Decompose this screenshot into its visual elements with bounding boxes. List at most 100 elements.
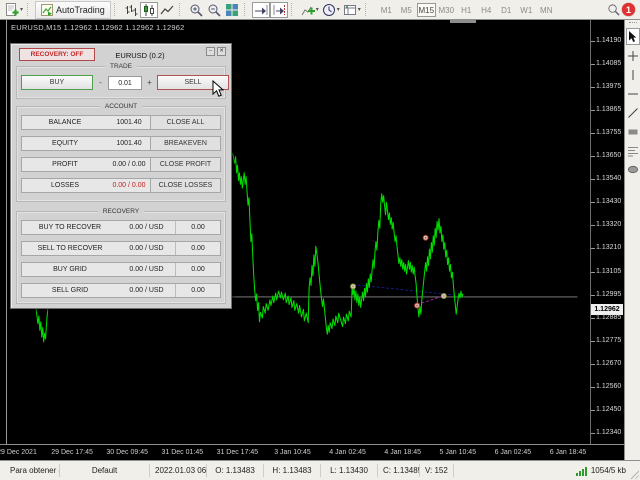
timeframe-m30[interactable]: M30: [437, 3, 456, 17]
bar-chart-button[interactable]: [122, 2, 140, 18]
equidistant-channel-tool[interactable]: [626, 123, 640, 140]
account-row-label: LOSSES: [50, 182, 79, 189]
ellipse-tool[interactable]: [626, 161, 640, 178]
tile-windows-button[interactable]: [223, 2, 241, 18]
account-section: ACCOUNT BALANCE 1001.40 CLOSE ALL EQUITY 100…: [16, 103, 226, 202]
recovery-row-value: 0.00 / USD: [129, 287, 164, 294]
account-row: BALANCE 1001.40 CLOSE ALL: [21, 115, 221, 130]
price-tick-label: 1.12885: [590, 313, 622, 321]
timeframe-h4[interactable]: H4: [477, 3, 496, 17]
price-tick-label: 1.13650: [590, 152, 622, 160]
autotrading-button[interactable]: AutoTrading: [35, 0, 111, 19]
chevron-down-icon[interactable]: ▾: [358, 6, 361, 13]
recovery-row-value: 0.00 / USD: [129, 224, 164, 231]
top-toolbar: ▾ AutoTrading ▾ ▾ ▾ M1 M5 M15 M30 H1 H4 …: [0, 0, 640, 20]
lot-size-field[interactable]: 0.01: [108, 75, 142, 90]
close-losses-button[interactable]: CLOSE LOSSES: [150, 179, 220, 192]
mt4-window: ▾ AutoTrading ▾ ▾ ▾ M1 M5 M15 M30 H1 H4 …: [0, 0, 640, 480]
timeframe-d1[interactable]: D1: [497, 3, 516, 17]
lot-increase-button[interactable]: +: [146, 78, 153, 87]
recovery-row: BUY TO RECOVER 0.00 / USD 0.00: [21, 220, 221, 235]
price-tick-label: 1.12670: [590, 359, 622, 367]
indicators-button[interactable]: [299, 2, 317, 18]
toolbar-separator: [27, 3, 32, 16]
sell-button[interactable]: SELL: [157, 75, 229, 90]
timeframe-w1[interactable]: W1: [517, 3, 536, 17]
price-tick-label: 1.14190: [590, 37, 622, 44]
timeframe-mn[interactable]: MN: [537, 3, 556, 17]
toolbar-separator: [113, 3, 119, 16]
chevron-down-icon[interactable]: ▾: [20, 6, 23, 13]
tile-windows-icon: [225, 3, 238, 16]
periods-button[interactable]: [320, 2, 338, 18]
price-tick-label: 1.13540: [590, 175, 622, 183]
zoom-out-button[interactable]: [205, 2, 223, 18]
time-tick-label: 29 Dec 2021: [0, 449, 37, 456]
recovery-row-label: BUY TO RECOVER: [38, 224, 102, 231]
templates-button[interactable]: [341, 2, 359, 18]
recovery-row-value2: 0.00: [175, 263, 220, 276]
status-segment-7: V: 152: [420, 464, 454, 477]
recovery-row: SELL GRID 0.00 / USD 0.00: [21, 283, 221, 298]
chevron-down-icon[interactable]: ▾: [316, 6, 319, 13]
account-row-label: BALANCE: [48, 119, 82, 126]
time-tick-label: 5 Jan 10:45: [439, 449, 477, 456]
candlestick-chart-button[interactable]: [139, 1, 158, 18]
timeframe-toolbar: M1 M5 M15 M30 H1 H4 D1 W1 MN: [377, 2, 556, 17]
timeframe-m15[interactable]: M15: [416, 2, 436, 17]
line-studies-toolbar: [624, 20, 640, 460]
panel-minimize-button[interactable]: –: [206, 47, 215, 56]
chart-shift-button[interactable]: [269, 1, 288, 18]
timeframe-h1[interactable]: H1: [457, 3, 476, 17]
close-all-button[interactable]: CLOSE ALL: [150, 116, 220, 129]
breakeven-button[interactable]: BREAKEVEN: [150, 137, 220, 150]
status-segment-6: C: 1.13485: [378, 464, 420, 477]
notification-badge[interactable]: 1: [622, 3, 635, 16]
recovery-row-value: 0.00 / USD: [129, 245, 164, 252]
timeframe-m5[interactable]: M5: [397, 3, 416, 17]
new-order-button[interactable]: [3, 2, 21, 18]
connection-status: 1054/5 kb: [571, 464, 640, 477]
account-row: EQUITY 1001.40 BREAKEVEN: [21, 136, 221, 151]
vertical-line-tool[interactable]: [626, 66, 640, 83]
recovery-toggle-button[interactable]: RECOVERY: OFF: [19, 48, 95, 61]
auto-scroll-button[interactable]: [251, 1, 270, 18]
account-row-value: 1001.40: [116, 140, 142, 147]
status-segment-3: O: 1.13483: [207, 464, 264, 477]
price-tick-label: 1.13755: [590, 129, 622, 137]
toolbar-separator: [178, 3, 184, 16]
line-chart-button[interactable]: [158, 2, 176, 18]
buy-button[interactable]: BUY: [21, 75, 93, 90]
lot-decrease-button[interactable]: -: [97, 78, 104, 87]
time-tick-label: 6 Jan 18:45: [549, 449, 587, 456]
price-tick-label: 1.12775: [590, 336, 622, 344]
account-row-label: EQUITY: [51, 140, 79, 147]
auto-scroll-icon: [254, 4, 268, 15]
account-row: LOSSES 0.00 / 0.00 CLOSE LOSSES: [21, 178, 221, 193]
trendline-tool[interactable]: [626, 104, 640, 121]
zoom-in-button[interactable]: [187, 2, 205, 18]
trade-legend: TRADE: [104, 63, 138, 70]
timeframe-m1[interactable]: M1: [377, 3, 396, 17]
line-chart-icon: [160, 5, 174, 14]
trade-section: TRADE BUY - 0.01 + SELL: [16, 63, 229, 99]
clock-icon: [322, 3, 335, 16]
close-profit-button[interactable]: CLOSE PROFIT: [150, 158, 220, 171]
panel-close-button[interactable]: ✕: [217, 47, 226, 56]
autotrading-icon: [41, 3, 54, 16]
recovery-section: RECOVERY BUY TO RECOVER 0.00 / USD 0.00 SEL…: [16, 208, 226, 304]
connection-traffic: 1054/5 kb: [590, 466, 626, 475]
horizontal-line-tool[interactable]: [626, 85, 640, 102]
cursor-tool[interactable]: [625, 28, 640, 45]
zoom-out-icon: [208, 4, 221, 17]
chevron-down-icon[interactable]: ▾: [337, 6, 340, 13]
account-row-value: 0.00 / 0.00: [112, 182, 146, 189]
candlestick-chart-icon: [143, 3, 154, 16]
price-tick-label: 1.13320: [590, 221, 622, 229]
crosshair-tool[interactable]: [626, 47, 640, 64]
price-tick-label: 1.13210: [590, 244, 622, 252]
price-tick-label: 1.13975: [590, 83, 622, 91]
fibonacci-retracement-tool[interactable]: [626, 142, 640, 159]
search-button[interactable]: [604, 2, 622, 18]
account-row: PROFIT 0.00 / 0.00 CLOSE PROFIT: [21, 157, 221, 172]
